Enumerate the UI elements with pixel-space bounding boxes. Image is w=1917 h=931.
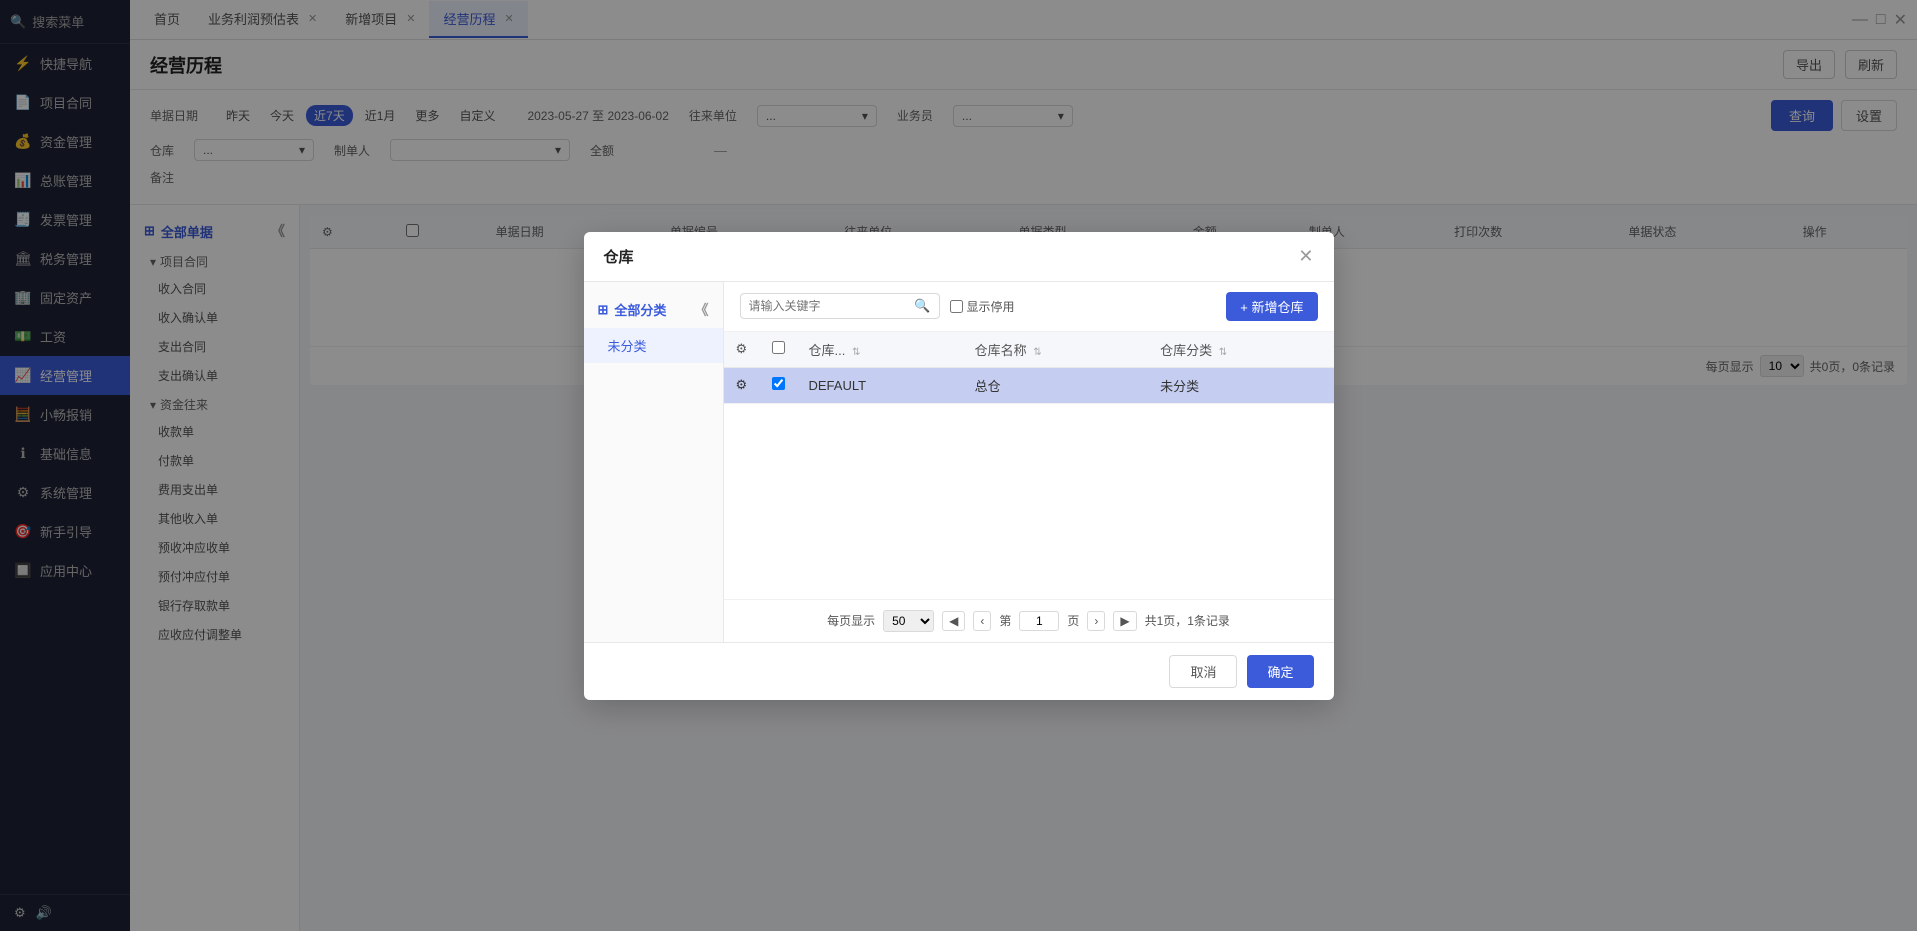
modal-prev-page[interactable]: ‹ bbox=[973, 611, 991, 631]
modal-title: 仓库 bbox=[604, 246, 634, 267]
modal-close-button[interactable]: ✕ bbox=[1298, 246, 1313, 267]
modal-next-page[interactable]: › bbox=[1087, 611, 1105, 631]
row-settings[interactable]: ⚙ bbox=[724, 367, 760, 403]
confirm-button[interactable]: 确定 bbox=[1247, 655, 1313, 688]
row-category: 未分类 bbox=[1148, 367, 1333, 403]
table-row[interactable]: ⚙ DEFAULT 总仓 未分类 bbox=[724, 367, 1334, 403]
modal-page-input[interactable] bbox=[1019, 611, 1059, 631]
modal-per-page-label: 每页显示 bbox=[827, 612, 875, 629]
modal-header: 仓库 ✕ bbox=[584, 232, 1334, 282]
modal-toolbar: 🔍 显示停用 + 新增仓库 bbox=[724, 282, 1334, 332]
modal-search-icon: 🔍 bbox=[914, 298, 930, 314]
sort-icon-name: ⇅ bbox=[1033, 347, 1041, 358]
sort-icon-code: ⇅ bbox=[852, 347, 860, 358]
modal-table-header: ⚙ 仓库... ⇅ 仓库名称 ⇅ 仓库分类 bbox=[724, 332, 1334, 368]
modal-page-label: 第 bbox=[999, 612, 1011, 629]
modal-total-info: 共1页，1条记录 bbox=[1145, 612, 1230, 629]
modal-col-category: 仓库分类 ⇅ bbox=[1148, 332, 1333, 368]
modal-col-settings[interactable]: ⚙ bbox=[724, 332, 760, 368]
cancel-button[interactable]: 取消 bbox=[1169, 655, 1237, 688]
warehouse-modal: 仓库 ✕ ⊞ 全部分类 《 未分类 🔍 显示停用 bbox=[584, 232, 1334, 700]
row-checkbox[interactable] bbox=[760, 367, 797, 403]
modal-last-page[interactable]: ▶ bbox=[1113, 611, 1136, 631]
collapse-modal-left[interactable]: 《 bbox=[695, 300, 709, 320]
add-warehouse-button[interactable]: + 新增仓库 bbox=[1226, 292, 1317, 321]
modal-page-suffix: 页 bbox=[1067, 612, 1079, 629]
modal-search-wrap: 🔍 bbox=[740, 293, 940, 319]
sort-icon-category: ⇅ bbox=[1219, 347, 1227, 358]
show-disabled-label[interactable]: 显示停用 bbox=[950, 298, 1015, 315]
modal-code-label: 仓库... bbox=[809, 343, 846, 358]
modal-left-panel: ⊞ 全部分类 《 未分类 bbox=[584, 282, 724, 642]
modal-first-page[interactable]: ◀ bbox=[942, 611, 965, 631]
row-name: 总仓 bbox=[963, 367, 1148, 403]
modal-name-label: 仓库名称 bbox=[975, 343, 1027, 358]
modal-footer: 取消 确定 bbox=[584, 642, 1334, 700]
modal-table: ⚙ 仓库... ⇅ 仓库名称 ⇅ 仓库分类 bbox=[724, 332, 1334, 404]
modal-per-page-select[interactable]: 5020100 bbox=[883, 610, 934, 632]
modal-search-input[interactable] bbox=[749, 299, 915, 313]
modal-category-label: 仓库分类 bbox=[1160, 343, 1212, 358]
modal-col-checkbox[interactable] bbox=[760, 332, 797, 368]
modal-table-wrap: ⚙ 仓库... ⇅ 仓库名称 ⇅ 仓库分类 bbox=[724, 332, 1334, 599]
modal-right-panel: 🔍 显示停用 + 新增仓库 ⚙ 仓库... bbox=[724, 282, 1334, 642]
row-code: DEFAULT bbox=[797, 367, 963, 403]
modal-uncategorized[interactable]: 未分类 bbox=[584, 328, 723, 363]
modal-all-category[interactable]: ⊞ 全部分类 《 bbox=[584, 292, 723, 328]
modal-col-name: 仓库名称 ⇅ bbox=[963, 332, 1148, 368]
show-disabled-checkbox[interactable] bbox=[950, 300, 963, 313]
modal-body: ⊞ 全部分类 《 未分类 🔍 显示停用 + 新增仓库 bbox=[584, 282, 1334, 642]
modal-col-code: 仓库... ⇅ bbox=[797, 332, 963, 368]
all-category-label: 全部分类 bbox=[614, 300, 666, 319]
modal-pagination: 每页显示 5020100 ◀ ‹ 第 页 › ▶ 共1页，1条记录 bbox=[724, 599, 1334, 642]
grid-icon-2: ⊞ bbox=[598, 302, 609, 318]
